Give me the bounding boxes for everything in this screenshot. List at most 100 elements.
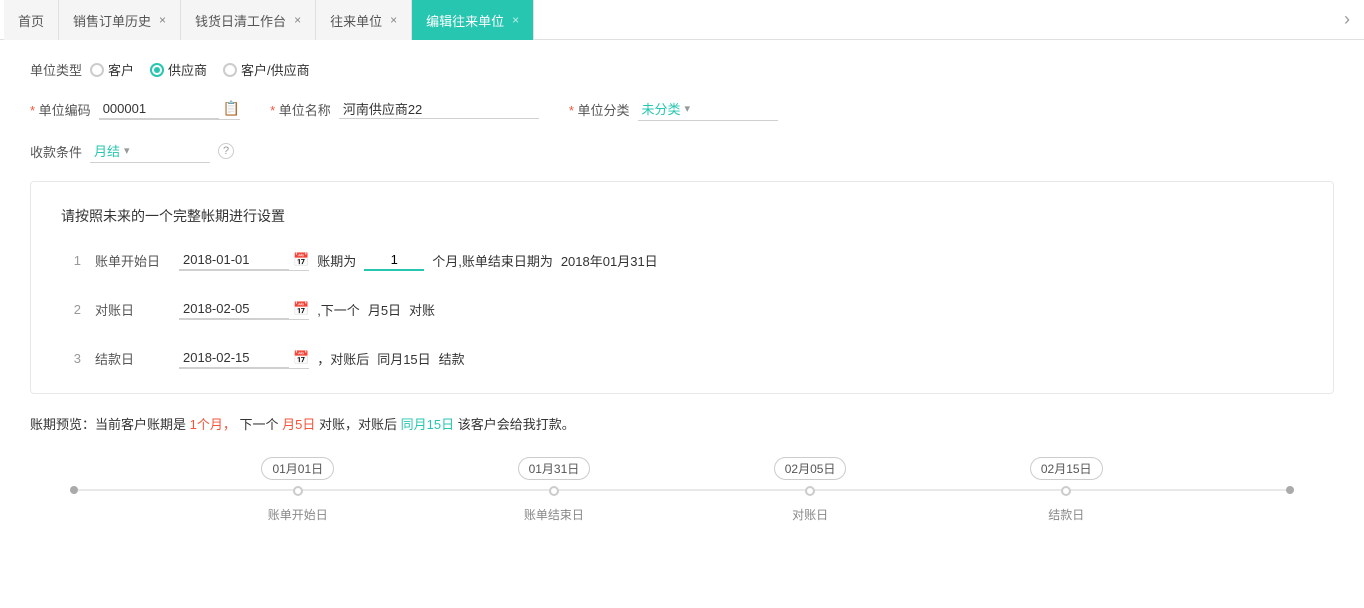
payment-terms-field: 收款条件 月结 ▾ ? <box>30 139 234 163</box>
step-1-period-end: 2018年01月31日 <box>561 251 658 270</box>
timeline-dot-2 <box>549 486 559 496</box>
payment-terms-chevron: ▾ <box>124 144 130 157</box>
step-1-date-wrapper: 📅 <box>179 250 309 271</box>
step-2-suffix-highlight: 月5日 <box>368 300 401 319</box>
step-1-period-unit: 个月,账单结束日期为 <box>432 251 553 270</box>
radio-customer-label: 客户 <box>108 60 134 79</box>
timeline-point-3: 02月05日 对账日 <box>774 457 847 523</box>
preview-part2-pre: 下一个 <box>240 417 279 432</box>
preview-part3-post: 该客户会给我打款。 <box>458 417 575 432</box>
timeline-label-3: 对账日 <box>792 506 828 523</box>
step-1-num: 1 <box>61 253 81 268</box>
unit-code-label: 单位编码 <box>30 100 91 119</box>
timeline-dot-3 <box>805 486 815 496</box>
step-1-label: 账单开始日 <box>95 251 165 270</box>
timeline-date-3: 02月05日 <box>774 457 847 480</box>
section-title: 请按照未来的一个完整帐期进行设置 <box>61 206 1303 226</box>
timeline-point-1: 01月01日 账单开始日 <box>261 457 334 523</box>
step-1-row: 1 账单开始日 📅 账期为 个月,账单结束日期为 2018年01月31日 <box>61 250 1303 271</box>
unit-name-label: 单位名称 <box>270 100 331 119</box>
timeline-points: 01月01日 账单开始日 01月31日 账单结束日 02月05日 对账日 02月… <box>70 457 1294 523</box>
radio-both-label: 客户/供应商 <box>241 60 310 79</box>
preview-text: 账期预览：当前客户账期是 1个月， 下一个 月5日 对账，对账后 同月15日 该… <box>30 414 1334 433</box>
timeline-date-1: 01月01日 <box>261 457 334 480</box>
step-3-date-input[interactable] <box>179 348 289 368</box>
close-sales-history[interactable]: × <box>159 13 166 27</box>
tab-cash-work[interactable]: 钱货日清工作台 × <box>181 0 316 40</box>
step-2-row: 2 对账日 📅 ,下一个 月5日 对账 <box>61 299 1303 320</box>
step-1-calendar-icon[interactable]: 📅 <box>293 252 309 268</box>
timeline-dot-4 <box>1061 486 1071 496</box>
close-counterparty[interactable]: × <box>390 13 397 27</box>
step-3-suffix-pre: ，对账后 <box>317 349 369 368</box>
step-3-content: 📅 ，对账后 同月15日 结款 <box>179 348 465 369</box>
step-2-date-input[interactable] <box>179 299 289 319</box>
unit-code-field: 单位编码 📋 <box>30 99 240 120</box>
unit-code-input[interactable] <box>99 99 219 119</box>
payment-terms-help[interactable]: ? <box>218 143 234 159</box>
timeline-end-dot <box>1286 486 1294 494</box>
preview-part3-highlight: 同月15日 <box>401 417 454 432</box>
timeline-dot-1 <box>293 486 303 496</box>
step-1-date-input[interactable] <box>179 250 289 270</box>
radio-customer-supplier[interactable]: 客户/供应商 <box>223 60 310 79</box>
unit-classify-select[interactable]: 未分类 ▾ <box>638 97 778 121</box>
step-3-suffix-post: 结款 <box>439 349 465 368</box>
step-2-calendar-icon[interactable]: 📅 <box>293 301 309 317</box>
tab-counterparty[interactable]: 往来单位 × <box>316 0 412 40</box>
tab-expand-button[interactable]: › <box>1334 0 1360 39</box>
radio-supplier-circle <box>150 63 164 77</box>
radio-customer[interactable]: 客户 <box>90 60 134 79</box>
tab-edit-counterparty[interactable]: 编辑往来单位 × <box>412 0 534 40</box>
timeline-date-2: 01月31日 <box>518 457 591 480</box>
tab-bar: 首页 销售订单历史 × 钱货日清工作台 × 往来单位 × 编辑往来单位 × › <box>0 0 1364 40</box>
unit-name-field: 单位名称 <box>270 99 539 119</box>
step-1-period-input[interactable] <box>364 250 424 271</box>
unit-name-input[interactable] <box>339 99 539 119</box>
tab-home[interactable]: 首页 <box>4 0 59 40</box>
unit-type-radio-group: 客户 供应商 客户/供应商 <box>90 60 310 79</box>
preview-prefix: 账期预览：当前客户账期是 <box>30 417 186 432</box>
payment-terms-value: 月结 <box>94 141 120 160</box>
payment-terms-row: 收款条件 月结 ▾ ? <box>30 139 1334 163</box>
timeline-point-4: 02月15日 结款日 <box>1030 457 1103 523</box>
unit-classify-label: 单位分类 <box>569 100 630 119</box>
radio-both-circle <box>223 63 237 77</box>
unit-classify-chevron: ▾ <box>685 102 691 115</box>
unit-info-row: 单位编码 📋 单位名称 单位分类 未分类 ▾ <box>30 97 1334 121</box>
unit-classify-value: 未分类 <box>642 99 681 118</box>
timeline: 01月01日 账单开始日 01月31日 账单结束日 02月05日 对账日 02月… <box>30 457 1334 523</box>
step-2-content: 📅 ,下一个 月5日 对账 <box>179 299 435 320</box>
step-3-date-wrapper: 📅 <box>179 348 309 369</box>
step-3-label: 结款日 <box>95 349 165 368</box>
step-3-calendar-icon[interactable]: 📅 <box>293 350 309 366</box>
unit-code-icon[interactable]: 📋 <box>223 100 240 117</box>
radio-customer-circle <box>90 63 104 77</box>
preview-part2-post: 对账，对账后 <box>319 417 397 432</box>
timeline-point-2: 01月31日 账单结束日 <box>518 457 591 523</box>
period-settings-section: 请按照未来的一个完整帐期进行设置 1 账单开始日 📅 账期为 个月,账单结束日期… <box>30 181 1334 394</box>
unit-type-row: 单位类型 客户 供应商 客户/供应商 <box>30 60 1334 79</box>
step-1-period-label: 账期为 <box>317 251 356 270</box>
timeline-date-4: 02月15日 <box>1030 457 1103 480</box>
step-2-label: 对账日 <box>95 300 165 319</box>
tab-sales-history[interactable]: 销售订单历史 × <box>59 0 181 40</box>
step-2-suffix-pre: ,下一个 <box>317 300 360 319</box>
step-2-num: 2 <box>61 302 81 317</box>
payment-terms-label: 收款条件 <box>30 142 82 161</box>
radio-supplier-label: 供应商 <box>168 60 207 79</box>
unit-type-field: 单位类型 客户 供应商 客户/供应商 <box>30 60 310 79</box>
radio-supplier[interactable]: 供应商 <box>150 60 207 79</box>
preview-part1: 1个月， <box>190 417 236 432</box>
close-cash-work[interactable]: × <box>294 13 301 27</box>
close-edit-counterparty[interactable]: × <box>512 13 519 27</box>
preview-part2-highlight: 月5日 <box>282 417 315 432</box>
payment-terms-select[interactable]: 月结 ▾ <box>90 139 210 163</box>
unit-type-label: 单位类型 <box>30 60 82 79</box>
step-1-content: 📅 账期为 个月,账单结束日期为 2018年01月31日 <box>179 250 658 271</box>
unit-classify-field: 单位分类 未分类 ▾ <box>569 97 778 121</box>
timeline-label-1: 账单开始日 <box>268 506 328 523</box>
step-2-date-wrapper: 📅 <box>179 299 309 320</box>
timeline-label-2: 账单结束日 <box>524 506 584 523</box>
step-3-suffix-highlight: 同月15日 <box>377 349 430 368</box>
